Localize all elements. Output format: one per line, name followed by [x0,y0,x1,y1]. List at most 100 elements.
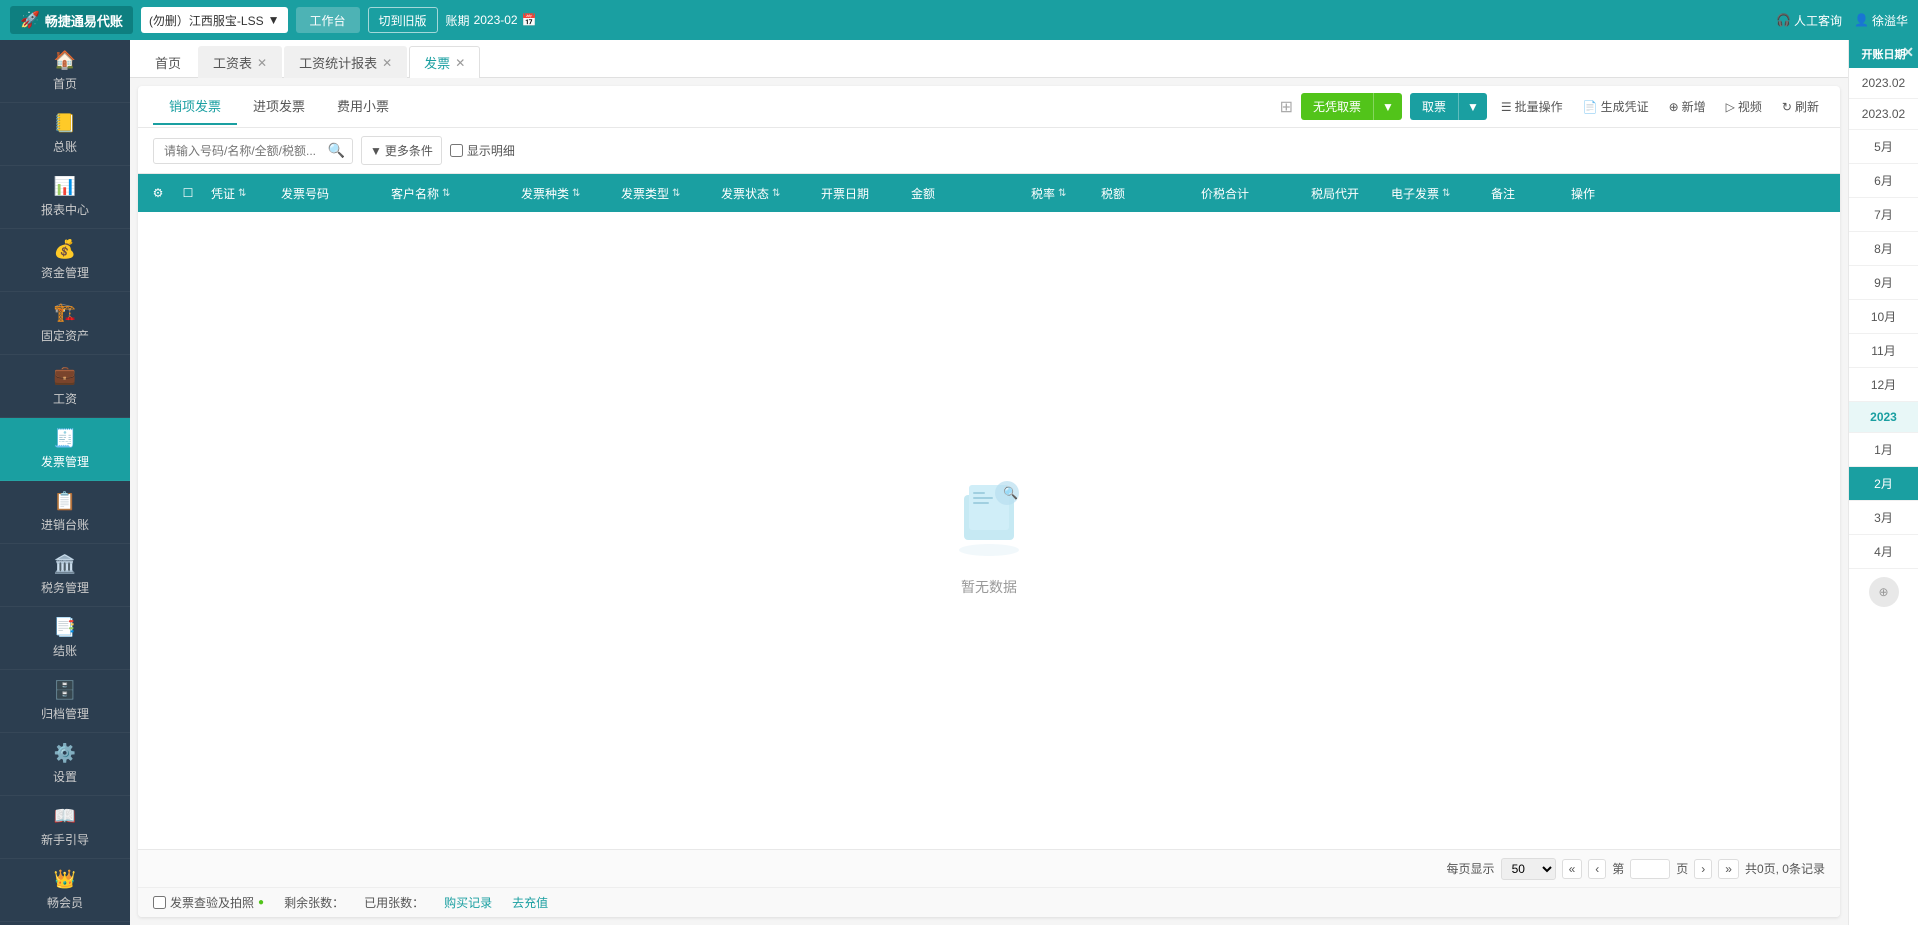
th-type-sort-icon[interactable]: ⇅ [572,188,580,199]
th-invoice-status: 发票状态 ⇅ [713,185,813,202]
date-month-2-active[interactable]: 2月 [1849,467,1918,501]
first-page-button[interactable]: « [1562,859,1583,879]
date-month-8[interactable]: 8月 [1849,232,1918,266]
tab-invoice[interactable]: 发票 ✕ [409,46,480,78]
sidebar-item-member[interactable]: 👑 畅会员 [0,859,130,922]
date-month-9[interactable]: 9月 [1849,266,1918,300]
funds-icon: 💰 [54,239,76,260]
batch-ops-button[interactable]: ☰ 批量操作 [1495,93,1569,120]
tab-invoice-close-icon[interactable]: ✕ [455,56,465,70]
video-button[interactable]: ▷ 视频 [1720,93,1768,120]
date-period-2[interactable]: 2023.02 [1849,99,1918,130]
verify-checkbox-wrap[interactable]: 发票查验及拍照 ● [153,894,264,911]
date-month-12[interactable]: 12月 [1849,368,1918,402]
video-label: 视频 [1738,98,1762,115]
th-settings[interactable]: ⚙ [143,186,173,200]
date-panel: ◁ 开账日期 ✕ 2023.02 2023.02 5月 6月 7月 8月 9月 … [1848,40,1918,925]
show-detail-checkbox[interactable]: 显示明细 [450,142,515,159]
switch-old-button[interactable]: 切到旧版 [368,7,438,33]
more-link[interactable]: 去充值 [512,894,548,911]
logo: 🚀 畅捷通易代账 [10,6,133,34]
date-month-6[interactable]: 6月 [1849,164,1918,198]
search-input[interactable] [153,138,353,164]
top-up-link[interactable]: 购买记录 [444,894,492,911]
sidebar-item-fixed-assets[interactable]: 🏗️ 固定资产 [0,292,130,355]
date-month-11[interactable]: 11月 [1849,334,1918,368]
tab-payroll-table[interactable]: 工资表 ✕ [198,46,282,78]
sidebar-label-sales: 进销台账 [41,516,89,533]
take-ticket-dropdown[interactable]: ▼ [1458,93,1487,120]
th-e-invoice: 电子发票 ⇅ [1383,185,1483,202]
date-month-5[interactable]: 5月 [1849,130,1918,164]
sales-icon: 📋 [54,491,76,512]
date-month-3[interactable]: 3月 [1849,501,1918,535]
per-page-label: 每页显示 [1447,860,1495,877]
sidebar-item-sales[interactable]: 📋 进销台账 [0,481,130,544]
page-input[interactable]: 1 [1630,859,1670,879]
sidebar-label-ledger: 总账 [53,138,77,155]
more-conditions-button[interactable]: ▼ 更多条件 [361,136,442,165]
th-client-sort-icon[interactable]: ⇅ [442,188,450,199]
sub-tab-purchase-invoice[interactable]: 进项发票 [237,88,321,125]
verify-status-dot: ● [258,897,264,908]
gen-voucher-button[interactable]: 📄 生成凭证 [1577,93,1655,120]
th-invoice-no: 发票号码 [273,185,383,202]
date-panel-close-icon[interactable]: ✕ [1902,44,1914,61]
th-voucher-sort-icon[interactable]: ⇅ [238,188,246,199]
verify-checkbox[interactable] [153,896,166,909]
tab-payroll-stats[interactable]: 工资统计报表 ✕ [284,46,407,78]
sidebar-item-invoice[interactable]: 🧾 发票管理 [0,418,130,481]
sidebar-item-ledger[interactable]: 📒 总账 [0,103,130,166]
company-selector[interactable]: (勿删）江西服宝-LSS ▼ [141,7,288,33]
th-tax-rate-sort-icon[interactable]: ⇅ [1058,188,1066,199]
last-page-button[interactable]: » [1718,859,1739,879]
next-page-button[interactable]: › [1694,859,1712,879]
sidebar-item-guide[interactable]: 📖 新手引导 [0,796,130,859]
no-voucher-dropdown[interactable]: ▼ [1373,93,1402,120]
user-area[interactable]: 👤 徐溢华 [1854,12,1908,29]
date-panel-expand-button[interactable]: ⊕ [1869,577,1899,607]
date-month-7[interactable]: 7月 [1849,198,1918,232]
show-detail-input[interactable] [450,144,463,157]
gear-icon: ⚙️ [54,743,76,764]
no-voucher-button[interactable]: 无凭取票 [1301,93,1373,120]
sidebar-item-reports[interactable]: 📊 报表中心 [0,166,130,229]
take-ticket-button[interactable]: 取票 [1410,93,1458,120]
workbench-button[interactable]: 工作台 [296,7,360,33]
date-month-1[interactable]: 1月 [1849,433,1918,467]
sub-tab-sales-label: 销项发票 [169,99,221,114]
calendar-icon[interactable]: 📅 [522,13,537,27]
date-month-4[interactable]: 4月 [1849,535,1918,569]
th-action: 操作 [1563,185,1835,202]
grid-view-icon[interactable]: ⊞ [1280,97,1293,117]
new-button[interactable]: ⊕ 新增 [1663,93,1712,120]
sub-tab-expense-receipt[interactable]: 费用小票 [321,88,405,125]
empty-state: 🔍 暂无数据 [138,212,1840,849]
prev-page-button[interactable]: ‹ [1588,859,1606,879]
th-einvoice-sort-icon[interactable]: ⇅ [1442,188,1450,199]
more-conditions-label: 更多条件 [385,142,433,159]
sidebar-item-funds[interactable]: 💰 资金管理 [0,229,130,292]
th-category-sort-icon[interactable]: ⇅ [672,188,680,199]
per-page-select[interactable]: 50 100 200 [1501,858,1556,880]
date-month-10[interactable]: 10月 [1849,300,1918,334]
date-period-1[interactable]: 2023.02 [1849,68,1918,99]
sub-tab-sales-invoice[interactable]: 销项发票 [153,88,237,125]
sidebar-item-archive[interactable]: 🗄️ 归档管理 [0,670,130,733]
tab-payroll-table-close-icon[interactable]: ✕ [257,56,267,70]
sidebar-item-payroll[interactable]: 💼 工资 [0,355,130,418]
refresh-button[interactable]: ↻ 刷新 [1776,93,1825,120]
search-wrap: 🔍 [153,138,353,164]
th-tax-code: 税局代开 [1303,185,1383,202]
sidebar-item-settlement[interactable]: 📑 结账 [0,607,130,670]
sidebar-item-tax[interactable]: 🏛️ 税务管理 [0,544,130,607]
sub-tab-purchase-label: 进项发票 [253,99,305,114]
th-status-sort-icon[interactable]: ⇅ [772,188,780,199]
tab-home[interactable]: 首页 [140,46,196,78]
support-button[interactable]: 🎧 人工客询 [1776,12,1842,29]
sidebar-item-home[interactable]: 🏠 首页 [0,40,130,103]
panel-toggle-button[interactable]: ◁ [1848,463,1849,503]
sidebar-item-settings[interactable]: ⚙️ 设置 [0,733,130,796]
th-checkbox[interactable]: ☐ [173,186,203,200]
tab-payroll-stats-close-icon[interactable]: ✕ [382,56,392,70]
